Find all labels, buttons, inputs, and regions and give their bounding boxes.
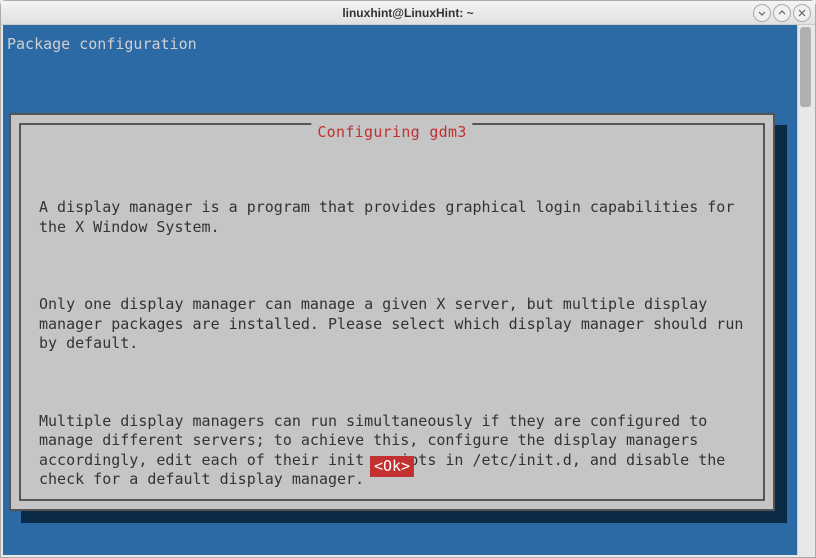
dialog-title: Configuring gdm3 xyxy=(311,123,472,143)
dialog-paragraph: Multiple display managers can run simult… xyxy=(39,412,745,490)
maximize-button[interactable] xyxy=(773,4,791,22)
dialog-paragraph: Only one display manager can manage a gi… xyxy=(39,295,745,354)
terminal-viewport: Package configuration Configuring gdm3 A… xyxy=(3,25,813,555)
window-controls xyxy=(753,4,811,22)
titlebar: linuxhint@LinuxHint: ~ xyxy=(1,1,815,25)
page-header: Package configuration xyxy=(7,35,197,55)
minimize-button[interactable] xyxy=(753,4,771,22)
config-dialog: Configuring gdm3 A display manager is a … xyxy=(9,113,775,511)
scrollbar-thumb[interactable] xyxy=(800,27,811,107)
dialog-paragraph: A display manager is a program that prov… xyxy=(39,198,745,237)
terminal-window: linuxhint@LinuxHint: ~ Package configura… xyxy=(0,0,816,558)
dialog-frame: Configuring gdm3 A display manager is a … xyxy=(19,123,765,501)
close-button[interactable] xyxy=(793,4,811,22)
ok-button[interactable]: <Ok> xyxy=(370,456,414,478)
window-title: linuxhint@LinuxHint: ~ xyxy=(342,6,473,20)
scrollbar[interactable] xyxy=(797,25,813,555)
dialog-body: A display manager is a program that prov… xyxy=(39,159,745,548)
